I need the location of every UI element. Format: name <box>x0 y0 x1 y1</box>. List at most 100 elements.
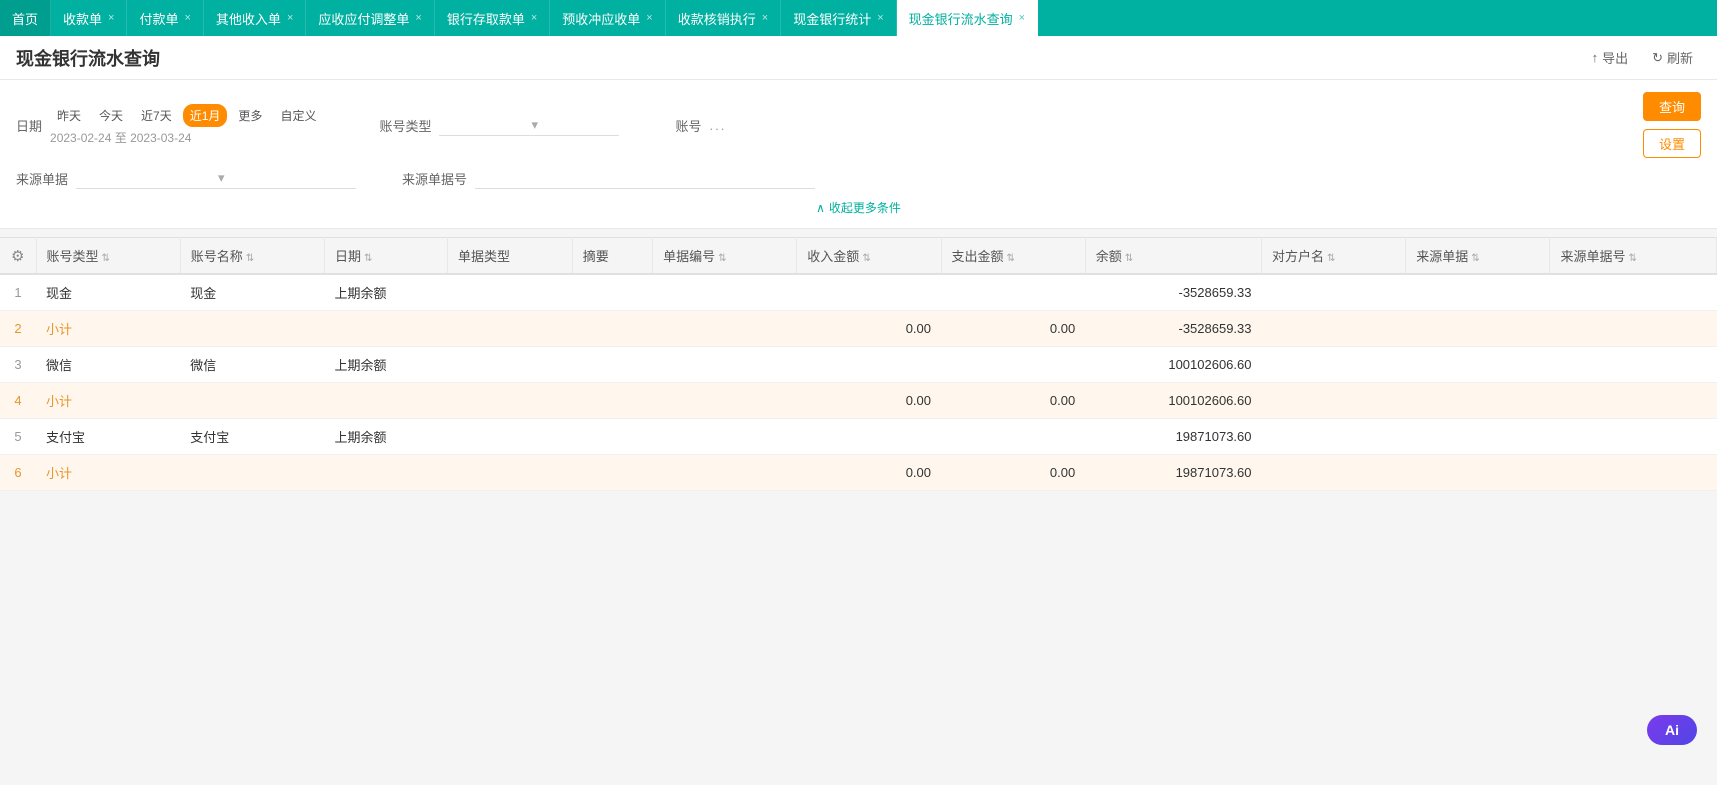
nav-tab-qitasr[interactable]: 其他收入单 × <box>204 0 306 36</box>
cell-account-name: 微信 <box>180 347 324 383</box>
row-num: 4 <box>0 383 36 419</box>
cell-doc-no <box>653 419 797 455</box>
col-counterparty[interactable]: 对方户名⇅ <box>1262 238 1406 275</box>
col-balance[interactable]: 余额⇅ <box>1085 238 1261 275</box>
cell-expense <box>941 347 1085 383</box>
nav-tab-cashstats[interactable]: 现金银行统计 × <box>781 0 896 36</box>
close-icon[interactable]: × <box>184 12 190 24</box>
col-account-type[interactable]: 账号类型⇅ <box>36 238 180 275</box>
account-type-filter: 账号类型 ▾ <box>379 115 619 136</box>
nav-tab-adjustments[interactable]: 应收应付调整单 × <box>306 0 434 36</box>
account-type-select[interactable]: ▾ <box>439 115 619 136</box>
table-row: 4 小计 0.00 0.00 100102606.60 <box>0 383 1717 419</box>
ai-badge[interactable]: Ai <box>1647 715 1697 745</box>
cell-doc-type <box>447 311 572 347</box>
nav-home-label: 首页 <box>12 9 38 28</box>
top-nav: 首页 收款单 × 付款单 × 其他收入单 × 应收应付调整单 × 银行存取款单 … <box>0 0 1717 36</box>
col-income[interactable]: 收入金额⇅ <box>797 238 941 275</box>
close-icon[interactable]: × <box>1019 12 1025 24</box>
nav-tab-verification[interactable]: 收款核销执行 × <box>666 0 781 36</box>
sort-icon: ⇅ <box>1471 253 1479 264</box>
cell-counterparty <box>1262 455 1406 491</box>
nav-tab-cashflow[interactable]: 现金银行流水查询 × <box>897 0 1038 36</box>
nav-tab-bankdeposit[interactable]: 银行存取款单 × <box>435 0 550 36</box>
close-icon[interactable]: × <box>762 12 768 24</box>
date-btn-1month[interactable]: 近1月 <box>183 104 228 127</box>
nav-tab-prepay[interactable]: 预收冲应收单 × <box>550 0 665 36</box>
table-body: 1 现金 现金 上期余额 -3528659.33 2 小计 0.00 0.00 … <box>0 274 1717 491</box>
cell-doc-no <box>653 455 797 491</box>
close-icon[interactable]: × <box>108 12 114 24</box>
cell-account-name <box>180 455 324 491</box>
cell-doc-no <box>653 347 797 383</box>
cell-doc-no <box>653 311 797 347</box>
settings-button[interactable]: 设置 <box>1643 129 1701 158</box>
table-row: 2 小计 0.00 0.00 -3528659.33 <box>0 311 1717 347</box>
close-icon[interactable]: × <box>287 12 293 24</box>
cell-doc-type <box>447 455 572 491</box>
collapse-button[interactable]: ∧ 收起更多条件 <box>16 199 1701 216</box>
gear-icon[interactable]: ⚙ <box>11 248 24 265</box>
cell-summary <box>572 274 652 311</box>
table-container: ⚙ 账号类型⇅ 账号名称⇅ 日期⇅ 单据类型 摘要 单据编号⇅ 收入金额⇅ <box>0 237 1717 491</box>
cell-date <box>324 383 447 419</box>
cell-counterparty <box>1262 347 1406 383</box>
page-header: 现金银行流水查询 ↑ 导出 ↻ 刷新 <box>0 36 1717 80</box>
cell-account-type: 小计 <box>36 311 180 347</box>
source-doc-no-input-wrapper <box>475 169 815 189</box>
cell-doc-type <box>447 347 572 383</box>
source-doc-label: 来源单据 <box>16 169 68 188</box>
export-button[interactable]: ↑ 导出 <box>1584 44 1637 71</box>
cell-balance: -3528659.33 <box>1085 274 1261 311</box>
date-btn-7days[interactable]: 近7天 <box>134 104 179 127</box>
table-row: 1 现金 现金 上期余额 -3528659.33 <box>0 274 1717 311</box>
cell-account-type: 微信 <box>36 347 180 383</box>
row-num: 3 <box>0 347 36 383</box>
nav-tab-shoudan[interactable]: 收款单 × <box>51 0 127 36</box>
col-doc-no[interactable]: 单据编号⇅ <box>653 238 797 275</box>
source-doc-no-input[interactable] <box>479 171 811 186</box>
source-doc-filter: 来源单据 ▾ <box>16 168 356 189</box>
date-btn-custom[interactable]: 自定义 <box>273 104 323 127</box>
refresh-icon: ↻ <box>1652 50 1663 66</box>
sort-icon: ⇅ <box>1007 253 1015 264</box>
col-source-doc-no[interactable]: 来源单据号⇅ <box>1550 238 1717 275</box>
sort-icon: ⇅ <box>1327 253 1335 264</box>
cell-counterparty <box>1262 383 1406 419</box>
account-more-btn[interactable]: ... <box>709 118 726 133</box>
export-icon: ↑ <box>1592 50 1599 65</box>
action-buttons: 查询 设置 <box>1643 92 1701 158</box>
nav-home[interactable]: 首页 <box>0 0 51 36</box>
cell-date <box>324 455 447 491</box>
date-btn-yesterday[interactable]: 昨天 <box>50 104 88 127</box>
col-date[interactable]: 日期⇅ <box>324 238 447 275</box>
col-expense[interactable]: 支出金额⇅ <box>941 238 1085 275</box>
account-filter: 账号 ... <box>675 116 726 135</box>
cell-doc-no <box>653 274 797 311</box>
cell-date: 上期余额 <box>324 274 447 311</box>
sort-icon: ⇅ <box>1628 253 1636 264</box>
source-doc-no-label: 来源单据号 <box>402 169 467 188</box>
cell-date: 上期余额 <box>324 347 447 383</box>
close-icon[interactable]: × <box>531 12 537 24</box>
col-account-name[interactable]: 账号名称⇅ <box>180 238 324 275</box>
chevron-up-icon: ∧ <box>816 201 825 215</box>
ai-label: Ai <box>1665 722 1679 738</box>
close-icon[interactable]: × <box>415 12 421 24</box>
filter-row-1: 日期 昨天 今天 近7天 近1月 更多 自定义 2023-02-24 至 202… <box>16 92 1701 158</box>
date-btn-more[interactable]: 更多 <box>231 104 269 127</box>
date-btn-today[interactable]: 今天 <box>92 104 130 127</box>
col-source-doc[interactable]: 来源单据⇅ <box>1406 238 1550 275</box>
nav-tab-fudan[interactable]: 付款单 × <box>127 0 203 36</box>
cell-source-doc <box>1406 311 1550 347</box>
cell-expense: 0.00 <box>941 311 1085 347</box>
close-icon[interactable]: × <box>877 12 883 24</box>
row-num: 6 <box>0 455 36 491</box>
cell-expense <box>941 419 1085 455</box>
cell-source-doc-no <box>1550 383 1717 419</box>
query-button[interactable]: 查询 <box>1643 92 1701 121</box>
source-doc-select[interactable]: ▾ <box>76 168 356 189</box>
cell-doc-type <box>447 383 572 419</box>
close-icon[interactable]: × <box>646 12 652 24</box>
refresh-button[interactable]: ↻ 刷新 <box>1644 44 1701 71</box>
